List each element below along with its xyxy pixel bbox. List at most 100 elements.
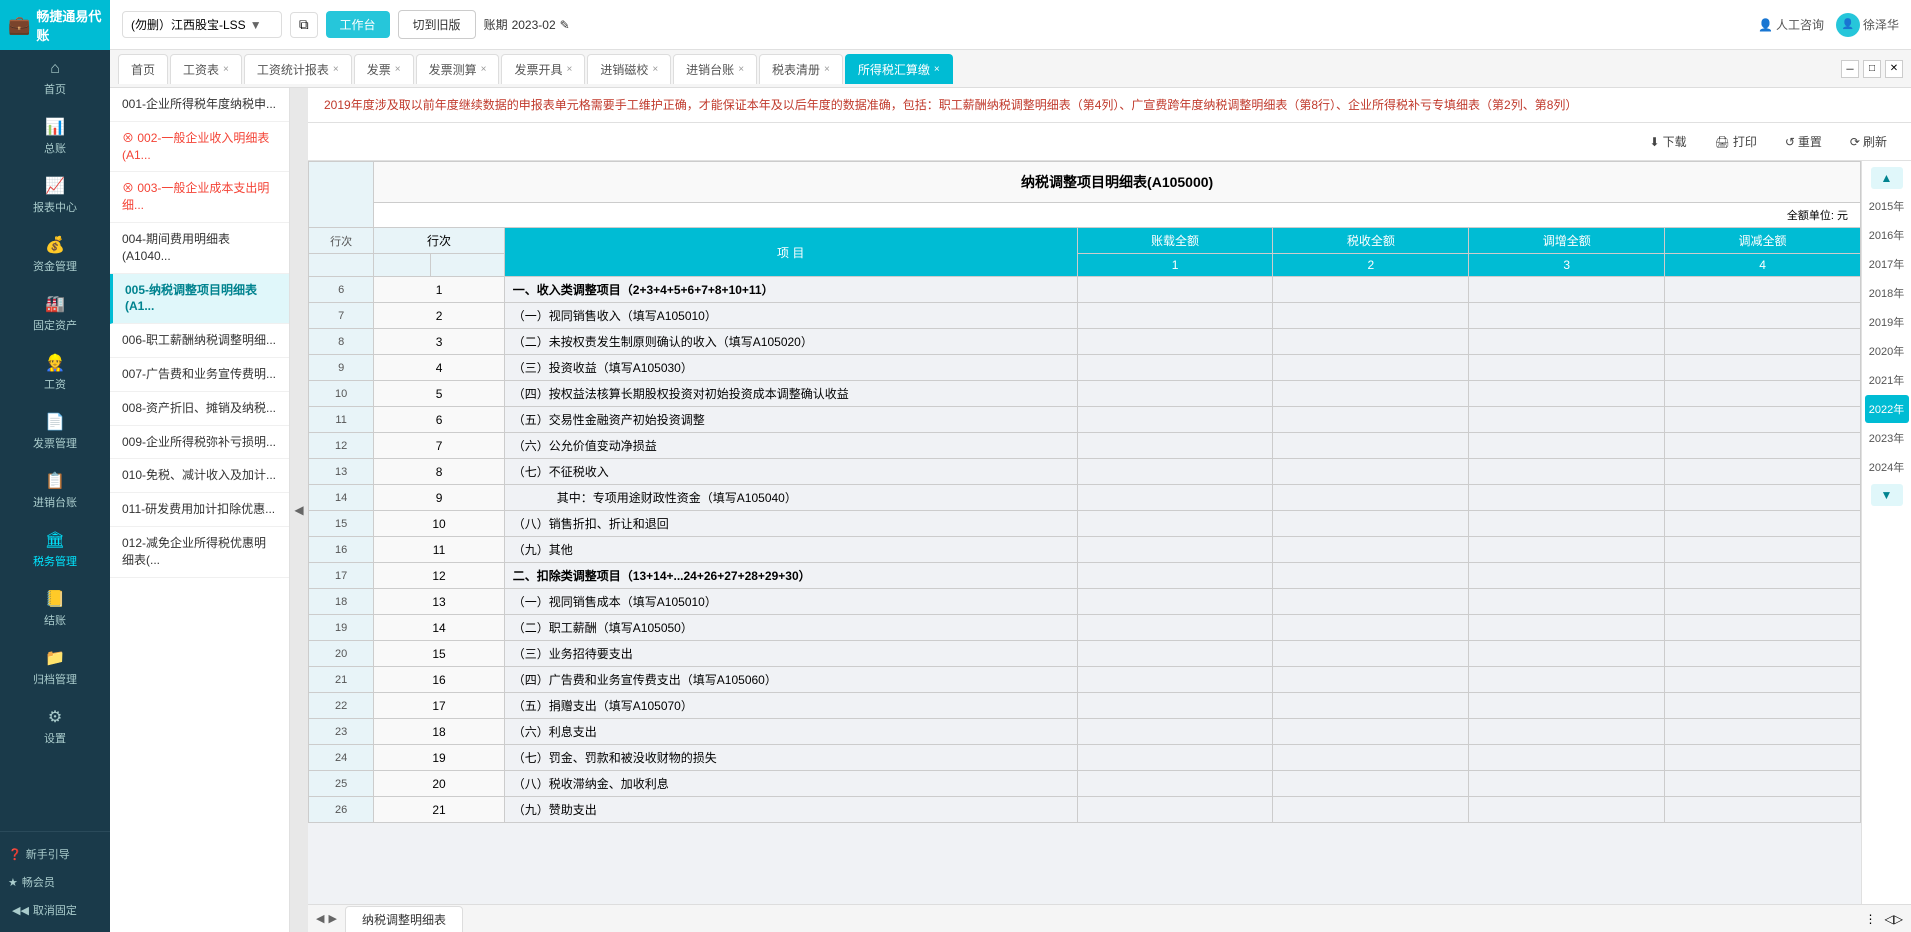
data-cell-4[interactable] (1665, 745, 1861, 771)
data-cell-3[interactable] (1469, 615, 1665, 641)
data-cell-4[interactable] (1665, 303, 1861, 329)
data-cell-1[interactable] (1077, 615, 1273, 641)
user-menu[interactable]: 👤 徐泽华 (1836, 13, 1899, 37)
data-cell-4[interactable] (1665, 563, 1861, 589)
data-cell-1[interactable] (1077, 771, 1273, 797)
year-item-1[interactable]: 2016年 (1865, 221, 1909, 249)
year-down-button[interactable]: ▼ (1871, 484, 1903, 506)
tab-close-8[interactable]: × (824, 64, 830, 75)
left-nav-item-2[interactable]: 003-一般企业成本支出明细... (110, 172, 289, 223)
data-cell-4[interactable] (1665, 329, 1861, 355)
data-cell-1[interactable] (1077, 381, 1273, 407)
data-cell-1[interactable] (1077, 303, 1273, 329)
tab-5[interactable]: 发票开具× (501, 54, 585, 84)
data-cell-2[interactable] (1273, 797, 1469, 823)
sidebar-item-6[interactable]: 📄发票管理 (0, 402, 110, 461)
year-item-2[interactable]: 2017年 (1865, 250, 1909, 278)
data-cell-1[interactable] (1077, 407, 1273, 433)
data-cell-3[interactable] (1469, 329, 1665, 355)
tab-7[interactable]: 进销台账× (673, 54, 757, 84)
year-item-3[interactable]: 2018年 (1865, 279, 1909, 307)
data-cell-4[interactable] (1665, 277, 1861, 303)
data-cell-4[interactable] (1665, 407, 1861, 433)
year-item-8[interactable]: 2023年 (1865, 424, 1909, 452)
data-cell-1[interactable] (1077, 797, 1273, 823)
data-cell-4[interactable] (1665, 589, 1861, 615)
year-item-7[interactable]: 2022年 (1865, 395, 1909, 423)
minimize-button[interactable]: － (1841, 60, 1859, 78)
close-button[interactable]: ✕ (1885, 60, 1903, 78)
reset-button[interactable]: ↺ 重置 (1777, 129, 1830, 154)
nav-left-icon[interactable]: ◀ (316, 912, 324, 925)
data-cell-3[interactable] (1469, 693, 1665, 719)
data-cell-1[interactable] (1077, 459, 1273, 485)
data-cell-1[interactable] (1077, 355, 1273, 381)
tab-3[interactable]: 发票× (354, 54, 414, 84)
tab-close-9[interactable]: × (934, 64, 940, 75)
data-cell-3[interactable] (1469, 303, 1665, 329)
tab-1[interactable]: 工资表× (170, 54, 242, 84)
workbench-button[interactable]: 工作台 (326, 11, 390, 38)
sidebar-item-7[interactable]: 📋进销台账 (0, 461, 110, 520)
left-nav-item-0[interactable]: 001-企业所得税年度纳税申... (110, 88, 289, 122)
sidebar-item-10[interactable]: 📁归档管理 (0, 638, 110, 697)
left-nav-item-3[interactable]: 004-期间费用明细表(A1040... (110, 223, 289, 274)
sidebar-item-5[interactable]: 👷工资 (0, 343, 110, 402)
tab-close-3[interactable]: × (395, 64, 401, 75)
data-cell-4[interactable] (1665, 667, 1861, 693)
year-up-button[interactable]: ▲ (1871, 167, 1903, 189)
left-nav-item-9[interactable]: 010-免税、减计收入及加计... (110, 459, 289, 493)
data-cell-1[interactable] (1077, 433, 1273, 459)
support-button[interactable]: 👤 人工咨询 (1758, 16, 1824, 33)
restore-button[interactable]: □ (1863, 60, 1881, 78)
data-cell-2[interactable] (1273, 433, 1469, 459)
year-item-4[interactable]: 2019年 (1865, 308, 1909, 336)
data-cell-4[interactable] (1665, 459, 1861, 485)
data-cell-4[interactable] (1665, 719, 1861, 745)
data-cell-2[interactable] (1273, 329, 1469, 355)
data-cell-3[interactable] (1469, 407, 1665, 433)
data-cell-3[interactable] (1469, 459, 1665, 485)
data-cell-4[interactable] (1665, 485, 1861, 511)
data-cell-3[interactable] (1469, 589, 1665, 615)
data-cell-2[interactable] (1273, 563, 1469, 589)
data-cell-3[interactable] (1469, 719, 1665, 745)
data-cell-4[interactable] (1665, 537, 1861, 563)
left-nav-item-10[interactable]: 011-研发费用加计扣除优惠... (110, 493, 289, 527)
copy-button[interactable]: ⧉ (290, 12, 318, 38)
data-cell-2[interactable] (1273, 355, 1469, 381)
tab-close-5[interactable]: × (566, 64, 572, 75)
sidebar-item-11[interactable]: ⚙设置 (0, 697, 110, 756)
data-cell-3[interactable] (1469, 485, 1665, 511)
data-cell-4[interactable] (1665, 771, 1861, 797)
tab-8[interactable]: 税表清册× (759, 54, 843, 84)
sidebar-item-3[interactable]: 💰资金管理 (0, 225, 110, 284)
left-nav-item-8[interactable]: 009-企业所得税弥补亏损明... (110, 426, 289, 460)
data-cell-1[interactable] (1077, 693, 1273, 719)
data-cell-2[interactable] (1273, 589, 1469, 615)
data-cell-2[interactable] (1273, 407, 1469, 433)
spreadsheet-wrapper[interactable]: 纳税调整项目明细表(A105000) 全额单位: 元 行次 行次 项 目 账载全… (308, 161, 1861, 904)
tab-close-6[interactable]: × (652, 64, 658, 75)
tab-0[interactable]: 首页 (118, 54, 168, 84)
tab-2[interactable]: 工资统计报表× (244, 54, 352, 84)
left-nav-item-11[interactable]: 012-减免企业所得税优惠明细表(... (110, 527, 289, 578)
data-cell-2[interactable] (1273, 485, 1469, 511)
data-cell-2[interactable] (1273, 381, 1469, 407)
data-cell-3[interactable] (1469, 277, 1665, 303)
data-cell-3[interactable] (1469, 355, 1665, 381)
tab-6[interactable]: 进销磁校× (587, 54, 671, 84)
data-cell-4[interactable] (1665, 381, 1861, 407)
data-cell-2[interactable] (1273, 641, 1469, 667)
data-cell-2[interactable] (1273, 537, 1469, 563)
year-item-9[interactable]: 2024年 (1865, 453, 1909, 481)
old-version-button[interactable]: 切到旧版 (398, 10, 476, 39)
print-button[interactable]: 🖨 打印 (1707, 129, 1765, 154)
data-cell-2[interactable] (1273, 667, 1469, 693)
data-cell-4[interactable] (1665, 511, 1861, 537)
data-cell-1[interactable] (1077, 277, 1273, 303)
data-cell-4[interactable] (1665, 433, 1861, 459)
tab-close-4[interactable]: × (481, 64, 487, 75)
tab-9[interactable]: 所得税汇算缴× (845, 54, 953, 84)
pin-button[interactable]: ◀◀ 取消固定 (4, 896, 106, 924)
